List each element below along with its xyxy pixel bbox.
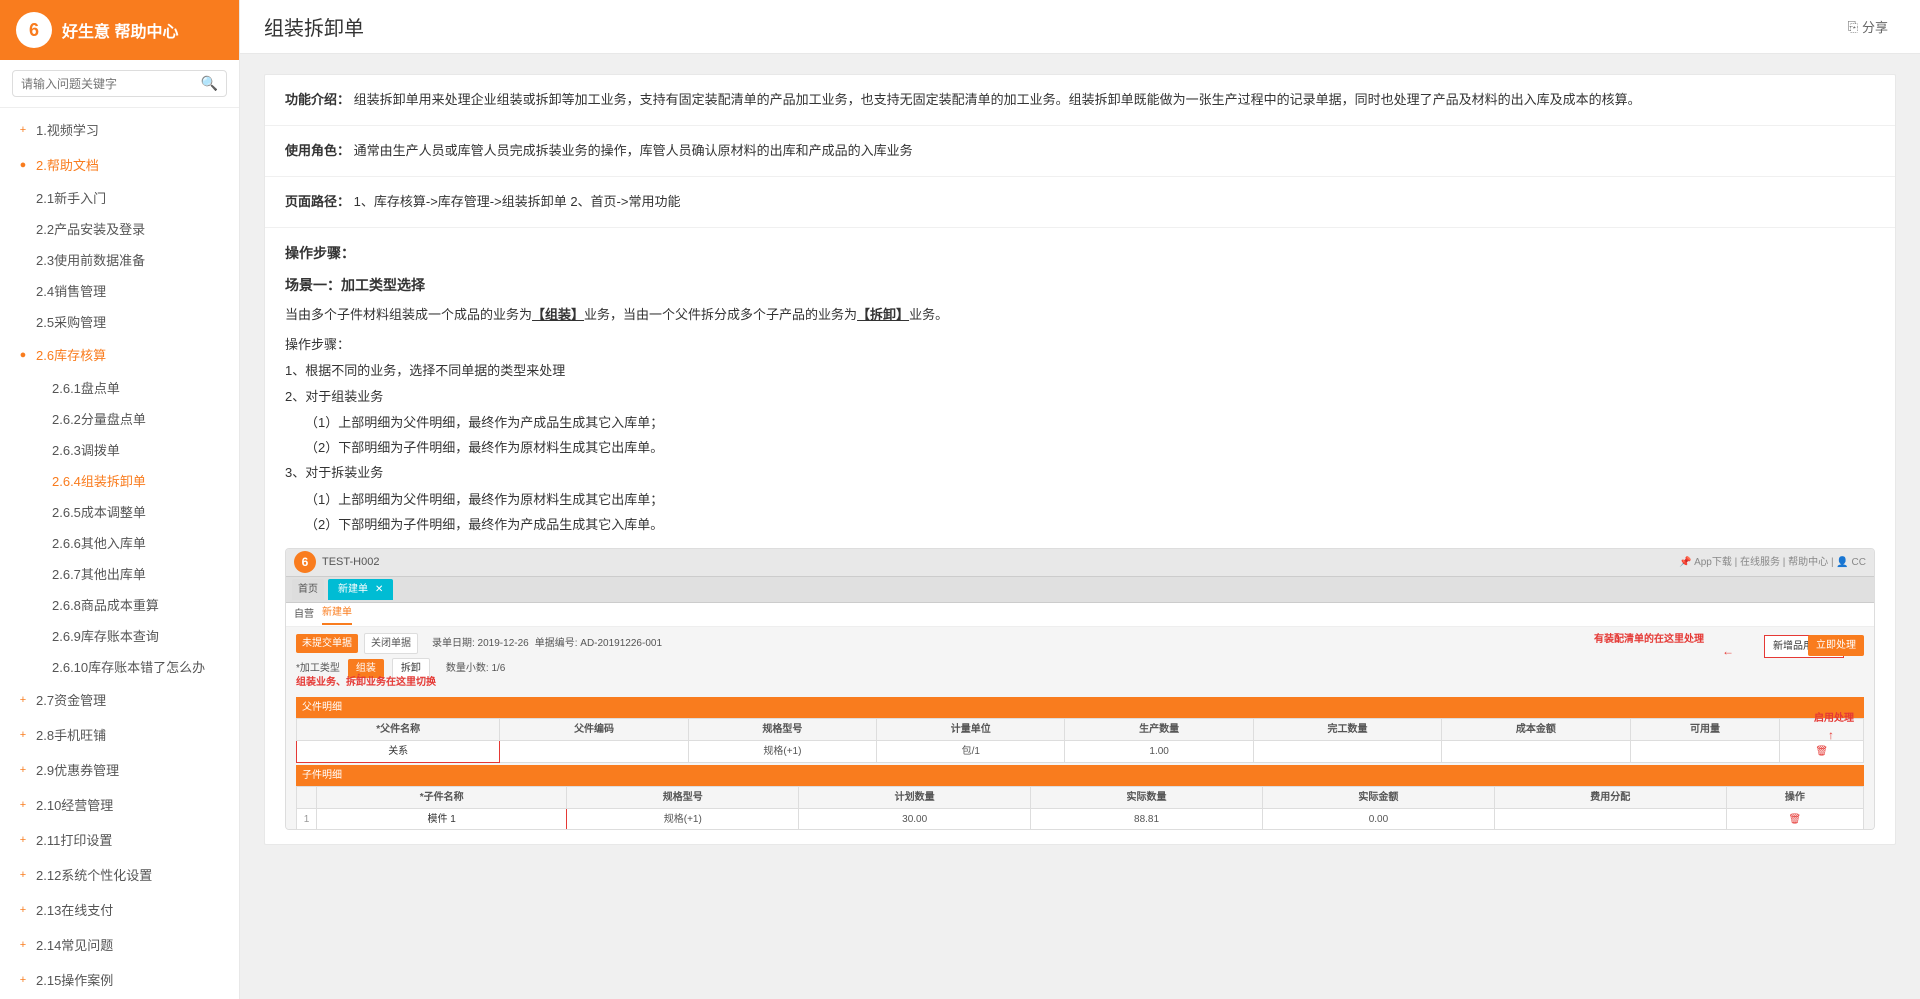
sidebar-item-fund[interactable]: + 2.7资金管理 (0, 682, 239, 717)
sidebar-item-video[interactable]: + 1.视频学习 (0, 112, 239, 147)
role-label: 使用角色： (285, 143, 350, 158)
plus-icon-mobile: + (16, 728, 30, 742)
sidebar-item-install[interactable]: 2.2产品安装及登录 (0, 213, 239, 244)
mock-orderno: 单据编号: AD-20191226-001 (535, 635, 662, 652)
sidebar-item-pay[interactable]: + 2.13在线支付 (0, 892, 239, 927)
mock-top-icons: 📌 App下载 | 在线服务 | 帮助中心 | 👤 CC (1679, 554, 1866, 571)
sidebar-item-assembly[interactable]: 2.6.4组装拆卸单 (0, 465, 239, 496)
plus-icon-fund: + (16, 693, 30, 707)
sidebar-item-purchase[interactable]: 2.5采购管理 (0, 306, 239, 337)
mock-nav-home: 自营 (294, 606, 314, 623)
mock-btn-save: 未提交单据 (296, 634, 358, 653)
sidebar-item-other-out[interactable]: 2.6.7其他出库单 (0, 558, 239, 589)
intro-text: 组装拆卸单用来处理企业组装或拆卸等加工业务，支持有固定装配清单的产品加工业务，也… (354, 92, 1641, 107)
search-icon[interactable]: 🔍 (201, 75, 218, 92)
sidebar-item-inventory[interactable]: ● 2.6库存核算 (0, 337, 239, 372)
mock-table-header-orange: 父件明细 (296, 697, 1864, 718)
mock-sub-header: 子件明细 (296, 765, 1864, 786)
sidebar-item-ops[interactable]: + 2.10经营管理 (0, 787, 239, 822)
mock-logo: 6 (294, 551, 316, 573)
mock-btn-cancel: 关闭单据 (364, 633, 418, 654)
share-icon: ⎘ (1848, 19, 1858, 35)
sidebar-item-adjust[interactable]: 2.6.3调拨单 (0, 434, 239, 465)
steps-title: 操作步骤： (285, 242, 1875, 266)
share-button[interactable]: ⎘ 分享 (1840, 13, 1896, 40)
logo-icon: 6 (16, 12, 52, 48)
mock-nav-new: 新建单 (322, 604, 352, 625)
step2: 2、对于组装业务 (285, 386, 1875, 408)
sidebar-item-sales[interactable]: 2.4销售管理 (0, 275, 239, 306)
sidebar: 6 好生意 帮助中心 🔍 + 1.视频学习 ● 2.帮助文档 2.1新手入门 2… (0, 0, 240, 999)
search-input[interactable] (21, 77, 201, 91)
path-text: 1、库存核算->库存管理->组装拆卸单 2、首页->常用功能 (354, 194, 681, 209)
sidebar-item-stock-error[interactable]: 2.6.10库存账本错了怎么办 (0, 651, 239, 682)
steps-block: 操作步骤： 场景一：加工类型选择 当由多个子件材料组装成一个成品的业务为【组装】… (265, 228, 1895, 843)
sidebar-item-mobile[interactable]: + 2.8手机旺铺 (0, 717, 239, 752)
role-text: 通常由生产人员或库管人员完成拆装业务的操作，库管人员确认原材料的出库和产成品的入… (354, 143, 913, 158)
plus-icon-cases: + (16, 973, 30, 987)
plus-icon-print: + (16, 833, 30, 847)
sidebar-item-stock-count2[interactable]: 2.6.2分量盘点单 (0, 403, 239, 434)
sidebar-item-new-user[interactable]: 2.1新手入门 (0, 182, 239, 213)
sidebar-item-data-prep[interactable]: 2.3使用前数据准备 (0, 244, 239, 275)
sidebar-item-faq[interactable]: + 2.14常见问题 (0, 927, 239, 962)
page-title: 组装拆卸单 (264, 12, 364, 41)
step2-sub2: （2）下部明细为子件明细，最终作为原材料生成其它出库单。 (305, 437, 1875, 459)
mock-screenshot: 6 TEST-H002 📌 App下载 | 在线服务 | 帮助中心 | 👤 CC… (286, 549, 1874, 829)
sidebar-item-custom[interactable]: + 2.12系统个性化设置 (0, 857, 239, 892)
step3-sub1: （1）上部明细为父件明细，最终作为原材料生成其它出库单； (305, 489, 1875, 511)
sidebar-item-cases[interactable]: + 2.15操作案例 (0, 962, 239, 997)
mock-date: 录单日期: 2019-12-26 (432, 635, 529, 652)
sidebar-item-stock-count[interactable]: 2.6.1盘点单 (0, 372, 239, 403)
share-label: 分享 (1862, 17, 1888, 36)
sidebar-item-coupon[interactable]: + 2.9优惠券管理 (0, 752, 239, 787)
role-block: 使用角色： 通常由生产人员或库管人员完成拆装业务的操作，库管人员确认原材料的出库… (265, 126, 1895, 177)
step1: 1、根据不同的业务，选择不同单据的类型来处理 (285, 360, 1875, 382)
minus-icon-inv: ● (16, 348, 30, 362)
intro-block: 功能介绍： 组装拆卸单用来处理企业组装或拆卸等加工业务，支持有固定装配清单的产品… (265, 75, 1895, 126)
mock-confirm-btn: 立即处理 (1808, 635, 1864, 656)
step3: 3、对于拆装业务 (285, 462, 1875, 484)
nav-section: + 1.视频学习 ● 2.帮助文档 2.1新手入门 2.2产品安装及登录 2.3… (0, 108, 239, 999)
mock-tab-home: 首页 (292, 579, 324, 600)
mock-qty-label: 数量小数: 1/6 (446, 660, 505, 677)
screenshot-container: 6 TEST-H002 📌 App下载 | 在线服务 | 帮助中心 | 👤 CC… (285, 548, 1875, 830)
plus-icon-ops: + (16, 798, 30, 812)
scenario1-desc: 当由多个子件材料组装成一个成品的业务为【组装】业务，当由一个父件拆分成多个子产品… (285, 304, 1875, 326)
plus-icon: + (16, 123, 30, 137)
path-block: 页面路径： 1、库存核算->库存管理->组装拆卸单 2、首页->常用功能 (265, 177, 1895, 228)
search-box: 🔍 (0, 60, 239, 108)
plus-icon-custom: + (16, 868, 30, 882)
main-content: 功能介绍： 组装拆卸单用来处理企业组装或拆卸等加工业务，支持有固定装配清单的产品… (240, 54, 1920, 999)
intro-label: 功能介绍： (285, 92, 350, 107)
sidebar-header: 6 好生意 帮助中心 (0, 0, 239, 60)
steps-intro: 操作步骤： (285, 334, 1875, 356)
sidebar-item-cost-adjust[interactable]: 2.6.5成本调整单 (0, 496, 239, 527)
annotation-text-3: 启用处理 (1814, 710, 1854, 727)
annotation-text-2: 组装业务、拆卸业务在这里切换 (296, 674, 436, 691)
main-header: 组装拆卸单 ⎘ 分享 (240, 0, 1920, 54)
sidebar-item-goods-cost[interactable]: 2.6.8商品成本重算 (0, 589, 239, 620)
sidebar-item-help-docs[interactable]: ● 2.帮助文档 (0, 147, 239, 182)
sidebar-item-other-in[interactable]: 2.6.6其他入库单 (0, 527, 239, 558)
app-title: 好生意 帮助中心 (62, 18, 178, 42)
step2-sub1: （1）上部明细为父件明细，最终作为产成品生成其它入库单； (305, 412, 1875, 434)
search-wrap[interactable]: 🔍 (12, 70, 227, 97)
path-label: 页面路径： (285, 194, 350, 209)
annotation-arrow-2: ↑ (356, 666, 362, 686)
minus-icon: ● (16, 158, 30, 172)
annotation-text-1: 有装配清单的在这里处理 (1594, 631, 1704, 648)
plus-icon-pay: + (16, 903, 30, 917)
plus-icon-faq: + (16, 938, 30, 952)
mock-top-id: TEST-H002 (322, 553, 379, 572)
sidebar-item-stock-query[interactable]: 2.6.9库存账本查询 (0, 620, 239, 651)
annotation-arrow-3: ↑ (1828, 725, 1834, 745)
content-card: 功能介绍： 组装拆卸单用来处理企业组装或拆卸等加工业务，支持有固定装配清单的产品… (264, 74, 1896, 845)
mock-tab-new: 新建单 ✕ (328, 579, 393, 600)
main-area: 组装拆卸单 ⎘ 分享 功能介绍： 组装拆卸单用来处理企业组装或拆卸等加工业务，支… (240, 0, 1920, 999)
plus-icon-coupon: + (16, 763, 30, 777)
step3-sub2: （2）下部明细为子件明细，最终作为产成品生成其它入库单。 (305, 514, 1875, 536)
sidebar-item-print[interactable]: + 2.11打印设置 (0, 822, 239, 857)
scenario1-title: 场景一：加工类型选择 (285, 274, 1875, 298)
